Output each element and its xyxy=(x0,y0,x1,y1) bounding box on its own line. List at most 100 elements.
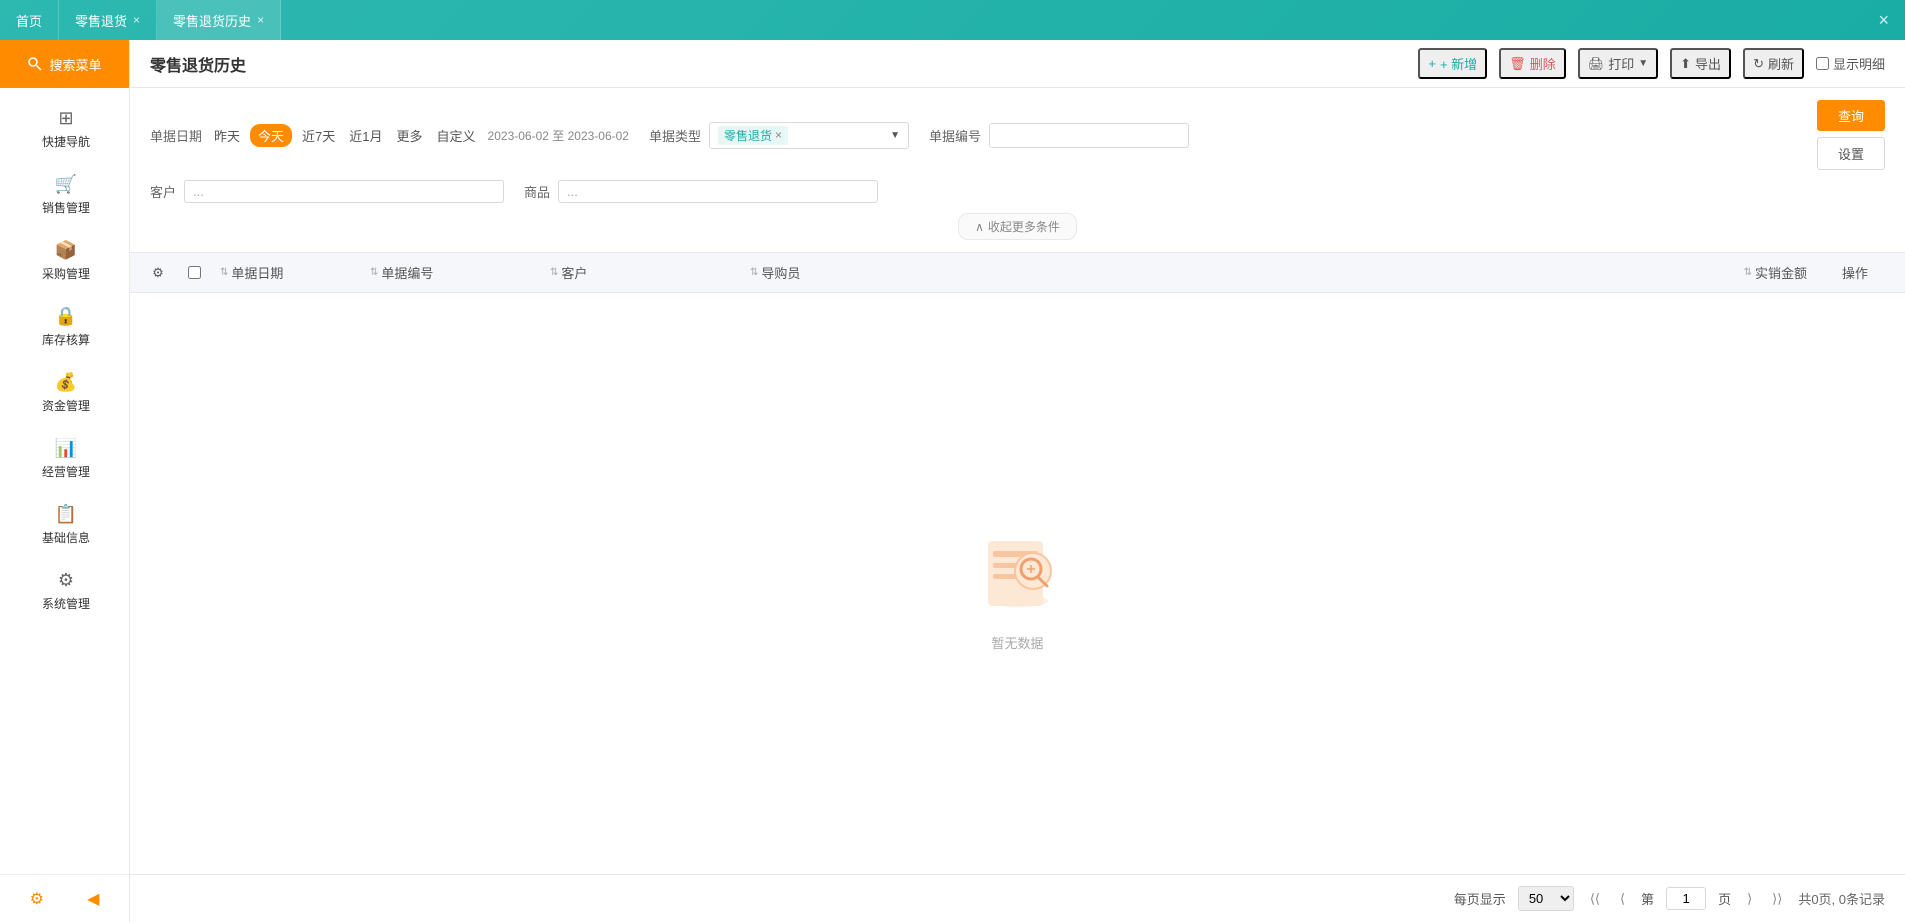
th-guide-sort-icon[interactable]: ⇅ xyxy=(750,267,758,278)
date-filter: 单据日期 昨天 今天 近7天 近1月 更多 自定义 2023-06-02 至 2… xyxy=(150,124,629,147)
date-today[interactable]: 今天 xyxy=(250,124,292,147)
tab-bar: 首页 零售退货 × 零售退货历史 × xyxy=(0,0,1878,40)
customer-placeholder: ... xyxy=(193,184,204,199)
sidebar-search-label: 搜索菜单 xyxy=(49,55,101,74)
th-amount-sort-icon[interactable]: ⇅ xyxy=(1744,267,1752,278)
date-last7[interactable]: 近7天 xyxy=(298,124,339,147)
add-label: + 新增 xyxy=(1440,54,1477,73)
sidebar: 搜索菜单 ⊞ 快捷导航 🛒 销售管理 📦 采购管理 🔒 库存核算 💰 资金管理 xyxy=(0,40,130,922)
sidebar-item-system-mgmt[interactable]: ⚙ 系统管理 xyxy=(0,558,129,624)
tab-retail-return-close[interactable]: × xyxy=(133,13,140,27)
date-yesterday[interactable]: 昨天 xyxy=(210,124,244,147)
th-customer-sort-icon[interactable]: ⇅ xyxy=(550,267,558,278)
th-customer-label: 客户 xyxy=(561,263,587,282)
doc-type-tag-remove[interactable]: × xyxy=(775,128,782,142)
tab-retail-return-history-close[interactable]: × xyxy=(257,13,264,27)
th-settings[interactable]: ⚙ xyxy=(140,265,176,281)
sales-mgmt-icon: 🛒 xyxy=(55,174,77,195)
settings-button[interactable]: 设置 xyxy=(1817,137,1885,170)
collapse-row: ∧ 收起更多条件 xyxy=(150,213,1885,240)
print-icon: 🖨 xyxy=(1588,56,1605,72)
sidebar-nav: ⊞ 快捷导航 🛒 销售管理 📦 采购管理 🔒 库存核算 💰 资金管理 📊 xyxy=(0,88,129,874)
basic-info-icon: 📋 xyxy=(55,504,77,525)
doc-type-tag-text: 零售退货 xyxy=(724,127,772,144)
th-amount: ⇅ 实销金额 xyxy=(892,263,1815,282)
sidebar-item-basic-info[interactable]: 📋 基础信息 xyxy=(0,492,129,558)
delete-icon: 🗑 xyxy=(1509,56,1526,72)
doc-type-select[interactable]: 零售退货 × ▼ xyxy=(709,122,909,149)
date-shortcuts: 昨天 今天 近7天 近1月 更多 自定义 xyxy=(210,124,480,147)
date-custom[interactable]: 自定义 xyxy=(433,124,480,147)
sidebar-item-operations-mgmt[interactable]: 📊 经营管理 xyxy=(0,426,129,492)
page-header: 零售退货历史 + + 新增 🗑 删除 🖨 打印 ▼ ⬆ 导出 xyxy=(130,40,1905,88)
sidebar-item-quick-nav-label: 快捷导航 xyxy=(42,133,90,150)
tab-retail-return-history[interactable]: 零售退货历史 × xyxy=(157,0,281,40)
page-label: 第 xyxy=(1641,889,1654,908)
search-icon xyxy=(27,56,43,72)
print-button[interactable]: 🖨 打印 ▼ xyxy=(1578,48,1658,79)
finance-mgmt-icon: 💰 xyxy=(55,372,77,393)
sidebar-search[interactable]: 搜索菜单 xyxy=(0,40,129,88)
total-info: 共0页, 0条记录 xyxy=(1798,889,1885,908)
toolbar-actions: + + 新增 🗑 删除 🖨 打印 ▼ ⬆ 导出 ↻ xyxy=(1418,48,1885,79)
add-button[interactable]: + + 新增 xyxy=(1418,48,1487,79)
customer-select[interactable]: ... xyxy=(184,180,504,203)
tab-retail-return[interactable]: 零售退货 × xyxy=(59,0,157,40)
first-page-button[interactable]: ⟨⟨ xyxy=(1586,889,1604,909)
th-guide-label: 导购员 xyxy=(761,263,800,282)
sidebar-item-purchase-mgmt-label: 采购管理 xyxy=(42,265,90,282)
pagination-bar: 每页显示 50 10 20 100 ⟨⟨ ⟨ 第 页 ⟩ ⟩⟩ 共0页, 0条记… xyxy=(130,874,1905,922)
th-amount-label: 实销金额 xyxy=(1755,263,1807,282)
date-filter-label: 单据日期 xyxy=(150,126,202,145)
next-page-button[interactable]: ⟩ xyxy=(1743,889,1756,909)
select-all-checkbox[interactable] xyxy=(188,266,201,279)
export-button[interactable]: ⬆ 导出 xyxy=(1670,48,1731,79)
doc-type-dropdown-icon: ▼ xyxy=(890,130,900,141)
doc-type-label: 单据类型 xyxy=(649,126,701,145)
tab-retail-return-label: 零售退货 xyxy=(75,11,127,30)
goods-select[interactable]: ... xyxy=(558,180,878,203)
sidebar-item-system-mgmt-label: 系统管理 xyxy=(42,595,90,612)
sidebar-settings-button[interactable]: ⚙ xyxy=(30,889,44,909)
inventory-icon: 🔒 xyxy=(55,306,77,327)
tab-home-label: 首页 xyxy=(16,11,42,30)
doc-no-input[interactable] xyxy=(989,123,1189,148)
th-action-label: 操作 xyxy=(1842,263,1868,282)
doc-no-label: 单据编号 xyxy=(929,126,981,145)
sidebar-collapse-button[interactable]: ◀ xyxy=(87,889,99,909)
doc-type-tag: 零售退货 × xyxy=(718,126,788,145)
sidebar-item-sales-mgmt-label: 销售管理 xyxy=(42,199,90,216)
collapse-label: 收起更多条件 xyxy=(988,218,1060,235)
th-docno-sort-icon[interactable]: ⇅ xyxy=(370,267,378,278)
th-date-sort-icon[interactable]: ⇅ xyxy=(220,267,228,278)
date-last1m[interactable]: 近1月 xyxy=(345,124,386,147)
sidebar-item-inventory[interactable]: 🔒 库存核算 xyxy=(0,294,129,360)
date-more[interactable]: 更多 xyxy=(393,124,427,147)
customer-label: 客户 xyxy=(150,182,176,201)
delete-button[interactable]: 🗑 删除 xyxy=(1499,48,1566,79)
th-guide: ⇅ 导购员 xyxy=(742,263,892,282)
system-mgmt-icon: ⚙ xyxy=(58,570,74,591)
empty-text: 暂无数据 xyxy=(991,633,1043,652)
page-number-input[interactable] xyxy=(1666,887,1706,910)
th-checkbox[interactable] xyxy=(176,266,212,279)
sidebar-item-sales-mgmt[interactable]: 🛒 销售管理 xyxy=(0,162,129,228)
tab-home[interactable]: 首页 xyxy=(0,0,59,40)
operations-mgmt-icon: 📊 xyxy=(55,438,77,459)
sidebar-item-purchase-mgmt[interactable]: 📦 采购管理 xyxy=(0,228,129,294)
export-label: 导出 xyxy=(1695,54,1721,73)
sidebar-item-quick-nav[interactable]: ⊞ 快捷导航 xyxy=(0,96,129,162)
collapse-button[interactable]: ∧ 收起更多条件 xyxy=(958,213,1077,240)
sidebar-item-finance-mgmt[interactable]: 💰 资金管理 xyxy=(0,360,129,426)
delete-label: 删除 xyxy=(1530,54,1556,73)
show-detail-checkbox[interactable] xyxy=(1816,57,1829,70)
refresh-button[interactable]: ↻ 刷新 xyxy=(1743,48,1804,79)
table-body: 暂无数据 xyxy=(130,293,1905,874)
show-detail-checkbox-label[interactable]: 显示明细 xyxy=(1816,54,1885,73)
query-button[interactable]: 查询 xyxy=(1817,100,1885,131)
last-page-button[interactable]: ⟩⟩ xyxy=(1768,889,1786,909)
prev-page-button[interactable]: ⟨ xyxy=(1616,889,1629,909)
window-close-button[interactable]: × xyxy=(1878,10,1889,31)
th-action: 操作 xyxy=(1815,263,1895,282)
page-size-select[interactable]: 50 10 20 100 xyxy=(1518,886,1574,911)
